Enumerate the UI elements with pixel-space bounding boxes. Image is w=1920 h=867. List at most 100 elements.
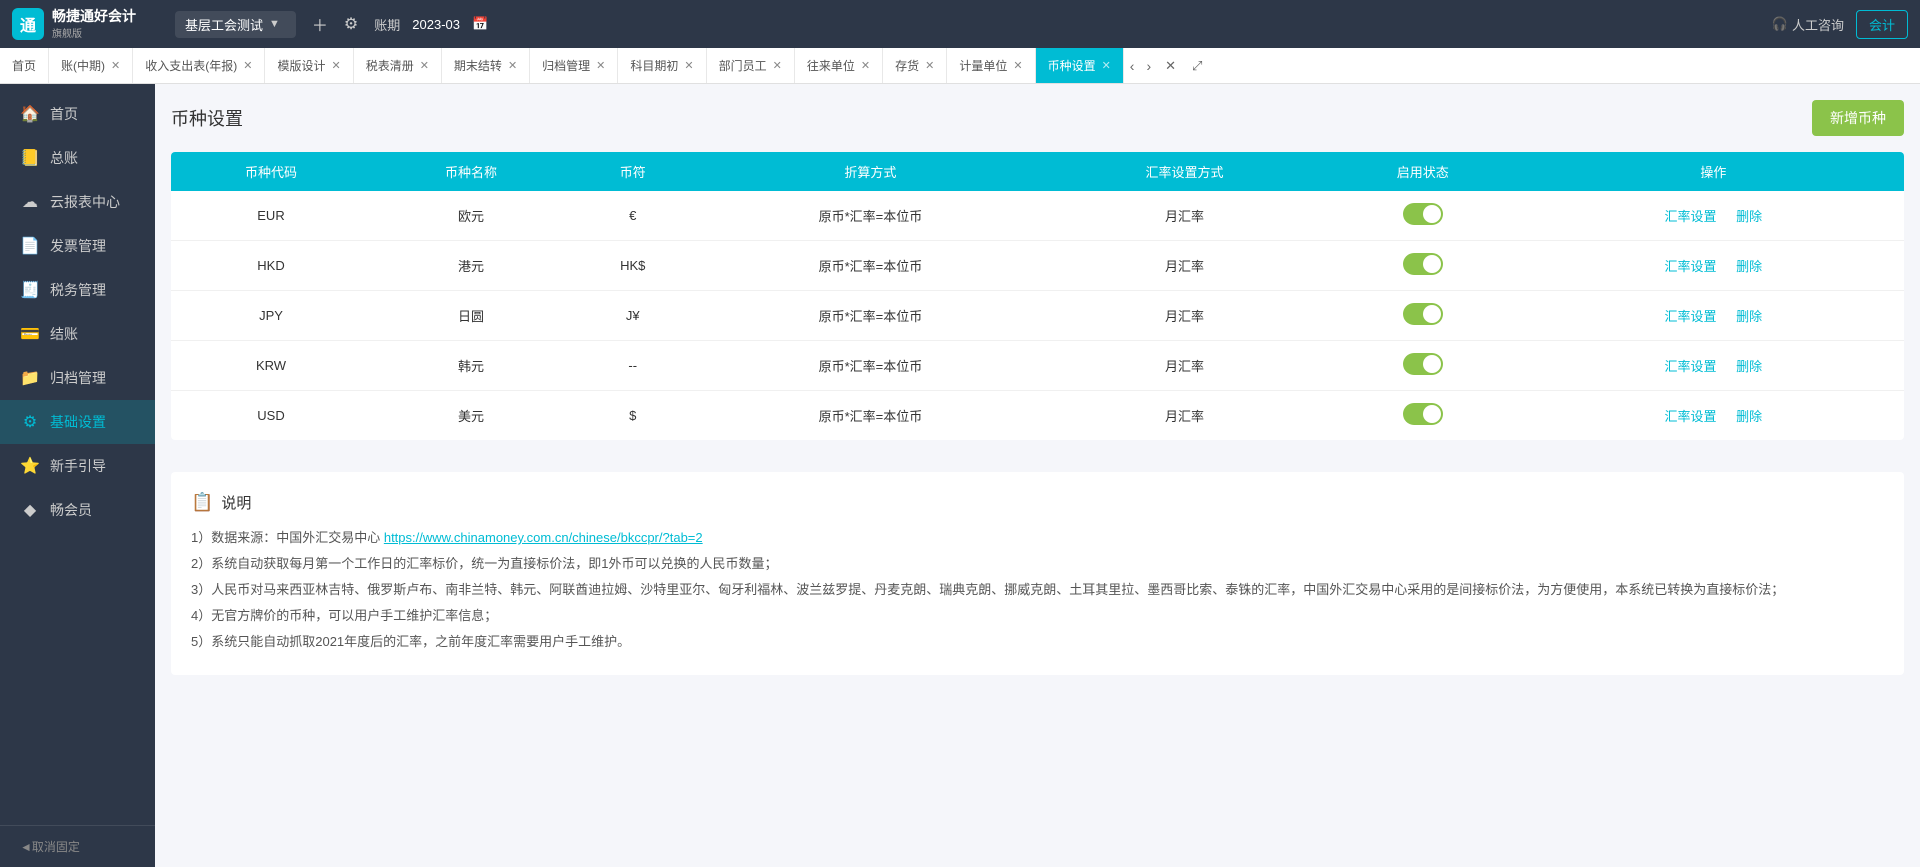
tab-inventory[interactable]: 存货 ✕ — [883, 48, 947, 84]
tab-tax[interactable]: 税表清册 ✕ — [354, 48, 442, 84]
close-icon[interactable]: ✕ — [861, 59, 870, 72]
delete-link[interactable]: 删除 — [1736, 309, 1762, 324]
col-name: 币种名称 — [371, 152, 571, 191]
close-icon[interactable]: ✕ — [420, 59, 429, 72]
sidebar-item-guide[interactable]: ⭐ 新手引导 — [0, 444, 155, 488]
sidebar-label-member: 畅会员 — [50, 500, 92, 520]
tab-archive-label: 归档管理 — [542, 57, 590, 74]
tab-contacts[interactable]: 往来单位 ✕ — [795, 48, 883, 84]
tab-dept[interactable]: 部门员工 ✕ — [707, 48, 795, 84]
tab-currency-label: 币种设置 — [1048, 57, 1096, 74]
sidebar-item-ledger[interactable]: 📒 总账 — [0, 136, 155, 180]
tab-prev-button[interactable]: ‹ — [1124, 48, 1141, 84]
new-currency-button[interactable]: 新增币种 — [1812, 100, 1904, 136]
tab-income-label: 收入支出表(年报) — [145, 57, 237, 74]
toggle-switch[interactable] — [1403, 303, 1443, 325]
note-link[interactable]: https://www.chinamoney.com.cn/chinese/bk… — [384, 530, 703, 545]
toggle-switch[interactable] — [1403, 353, 1443, 375]
cell-status — [1323, 341, 1523, 391]
cell-actions: 汇率设置 删除 — [1523, 191, 1904, 241]
toggle-thumb — [1423, 255, 1441, 273]
toggle-switch[interactable] — [1403, 203, 1443, 225]
close-icon[interactable]: ✕ — [773, 59, 782, 72]
currency-table: 币种代码 币种名称 币符 折算方式 汇率设置方式 启用状态 操作 EUR 欧元 … — [171, 152, 1904, 440]
close-icon[interactable]: ✕ — [1102, 59, 1111, 72]
col-status: 启用状态 — [1323, 152, 1523, 191]
toggle-switch[interactable] — [1403, 253, 1443, 275]
top-actions: ＋ ⚙ 账期 2023-03 📅 — [308, 8, 488, 40]
sidebar-pin-button[interactable]: ◄取消固定 — [0, 825, 155, 867]
tab-expand-button[interactable]: ⤢ — [1184, 48, 1210, 84]
col-rate-type: 汇率设置方式 — [1046, 152, 1322, 191]
close-icon[interactable]: ✕ — [111, 59, 120, 72]
tab-unit[interactable]: 计量单位 ✕ — [947, 48, 1035, 84]
rate-setting-link[interactable]: 汇率设置 — [1665, 259, 1717, 274]
tab-zhangqi[interactable]: 账(中期) ✕ — [49, 48, 133, 84]
close-icon[interactable]: ✕ — [1013, 59, 1022, 72]
calendar-icon[interactable]: 📅 — [472, 16, 488, 32]
company-selector[interactable]: 基层工会测试 ▼ — [175, 11, 296, 38]
table-row: HKD 港元 HK$ 原币*汇率=本位币 月汇率 汇率设置 删除 — [171, 241, 1904, 291]
cell-actions: 汇率设置 删除 — [1523, 241, 1904, 291]
rate-setting-link[interactable]: 汇率设置 — [1665, 359, 1717, 374]
sidebar-item-settings[interactable]: ⚙ 基础设置 — [0, 400, 155, 444]
close-icon[interactable]: ✕ — [684, 59, 693, 72]
sidebar-item-home[interactable]: 🏠 首页 — [0, 92, 155, 136]
close-icon[interactable]: ✕ — [508, 59, 517, 72]
tab-closing[interactable]: 期末结转 ✕ — [442, 48, 530, 84]
cell-calc: 原币*汇率=本位币 — [695, 391, 1047, 441]
table-row: USD 美元 $ 原币*汇率=本位币 月汇率 汇率设置 删除 — [171, 391, 1904, 441]
sidebar-label-reports: 云报表中心 — [50, 192, 120, 212]
tab-zhangqi-label: 账(中期) — [61, 57, 105, 74]
account-button[interactable]: 会计 — [1856, 10, 1908, 39]
cell-symbol: € — [571, 191, 695, 241]
tab-close-all-button[interactable]: ✕ — [1157, 48, 1184, 84]
tab-home-label: 首页 — [12, 57, 36, 74]
sidebar-item-archive[interactable]: 📁 归档管理 — [0, 356, 155, 400]
rate-setting-link[interactable]: 汇率设置 — [1665, 409, 1717, 424]
table-row: KRW 韩元 -- 原币*汇率=本位币 月汇率 汇率设置 删除 — [171, 341, 1904, 391]
delete-link[interactable]: 删除 — [1736, 209, 1762, 224]
tab-archive[interactable]: 归档管理 ✕ — [530, 48, 618, 84]
sidebar-item-checkout[interactable]: 💳 结账 — [0, 312, 155, 356]
sidebar-item-reports[interactable]: ☁ 云报表中心 — [0, 180, 155, 224]
add-icon[interactable]: ＋ — [308, 8, 332, 40]
toggle-switch[interactable] — [1403, 403, 1443, 425]
delete-link[interactable]: 删除 — [1736, 259, 1762, 274]
settings-icon[interactable]: ⚙ — [340, 10, 362, 38]
sidebar-item-tax[interactable]: 🧾 税务管理 — [0, 268, 155, 312]
close-icon[interactable]: ✕ — [596, 59, 605, 72]
tab-currency[interactable]: 币种设置 ✕ — [1036, 48, 1124, 84]
tab-unit-label: 计量单位 — [959, 57, 1007, 74]
note-item: 3）人民币对马来西亚林吉特、俄罗斯卢布、南非兰特、韩元、阿联酋迪拉姆、沙特里亚尔… — [191, 577, 1884, 603]
toggle-track — [1403, 203, 1443, 225]
sidebar-label-settings: 基础设置 — [50, 412, 106, 432]
toggle-track — [1403, 303, 1443, 325]
rate-setting-link[interactable]: 汇率设置 — [1665, 309, 1717, 324]
rate-setting-link[interactable]: 汇率设置 — [1665, 209, 1717, 224]
toggle-track — [1403, 353, 1443, 375]
sidebar-item-member[interactable]: ◆ 畅会员 — [0, 488, 155, 532]
tab-subject[interactable]: 科目期初 ✕ — [618, 48, 706, 84]
delete-link[interactable]: 删除 — [1736, 409, 1762, 424]
note-icon: 📋 — [191, 492, 213, 513]
sidebar-item-invoice[interactable]: 📄 发票管理 — [0, 224, 155, 268]
close-icon[interactable]: ✕ — [331, 59, 340, 72]
tab-subject-label: 科目期初 — [630, 57, 678, 74]
close-icon[interactable]: ✕ — [925, 59, 934, 72]
delete-link[interactable]: 删除 — [1736, 359, 1762, 374]
close-icon[interactable]: ✕ — [243, 59, 252, 72]
tab-next-button[interactable]: › — [1140, 48, 1157, 84]
toggle-track — [1403, 253, 1443, 275]
cloud-icon: ☁ — [20, 192, 40, 212]
sidebar-label-guide: 新手引导 — [50, 456, 106, 476]
tab-income[interactable]: 收入支出表(年报) ✕ — [133, 48, 265, 84]
cell-symbol: J¥ — [571, 291, 695, 341]
service-button[interactable]: 🎧 人工咨询 — [1772, 15, 1844, 34]
cell-status — [1323, 391, 1523, 441]
table-row: EUR 欧元 € 原币*汇率=本位币 月汇率 汇率设置 删除 — [171, 191, 1904, 241]
cell-symbol: HK$ — [571, 241, 695, 291]
tab-template[interactable]: 模版设计 ✕ — [265, 48, 353, 84]
tab-home[interactable]: 首页 — [0, 48, 49, 84]
sidebar-label-ledger: 总账 — [50, 148, 78, 168]
